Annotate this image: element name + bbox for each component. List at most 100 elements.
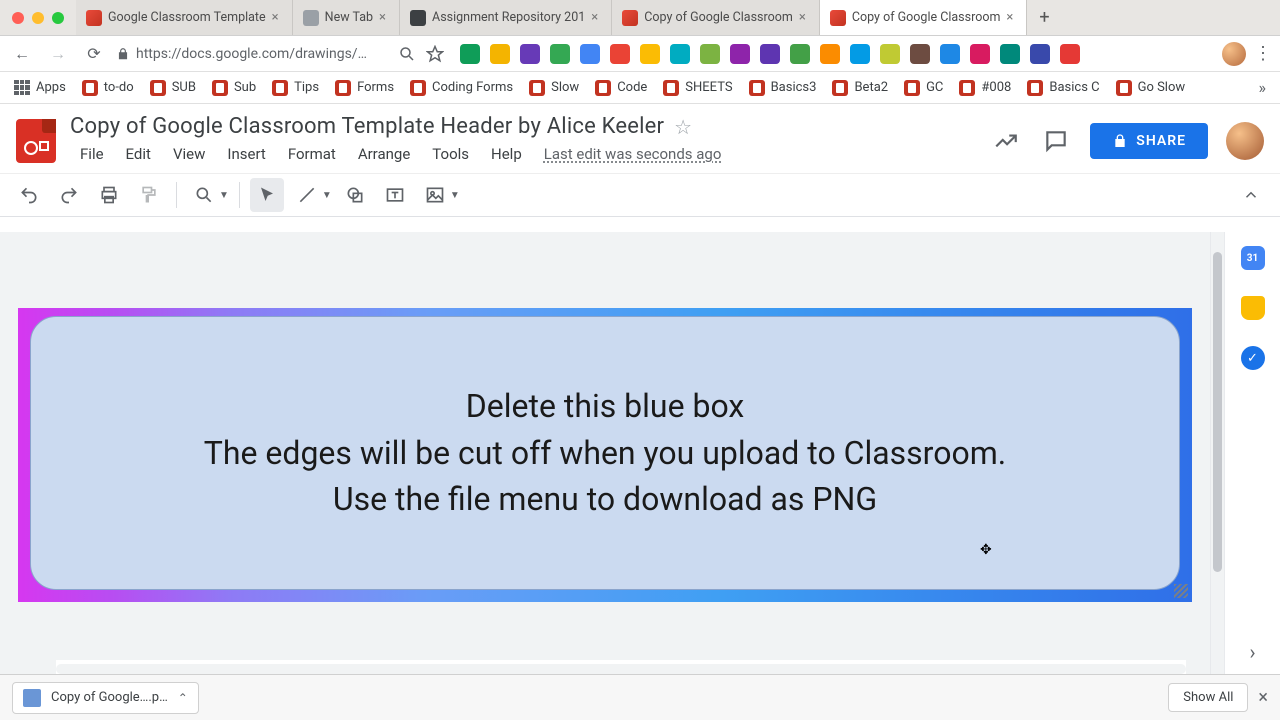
last-edit-label[interactable]: Last edit was seconds ago [544,145,722,163]
line-tool-dropdown[interactable]: ▼ [290,178,332,212]
collapse-toolbar-icon[interactable] [1234,178,1268,212]
extension-icon[interactable] [940,44,960,64]
extension-icon[interactable] [640,44,660,64]
bookmark-item[interactable]: Coding Forms [404,76,519,100]
forward-button[interactable]: → [44,40,72,68]
close-shelf-icon[interactable]: × [1258,687,1268,708]
bookmark-item[interactable]: Sub [206,76,262,100]
activity-icon[interactable] [990,125,1022,157]
close-tab-icon[interactable]: × [379,13,389,23]
bookmark-item[interactable]: Go Slow [1110,76,1192,100]
profile-avatar-icon[interactable] [1222,42,1246,66]
download-item[interactable]: Copy of Google….p… ⌃ [12,682,199,714]
show-all-downloads-button[interactable]: Show All [1168,683,1248,712]
star-icon[interactable] [426,45,444,63]
browser-tab[interactable]: Assignment Repository 201 × [400,0,612,35]
zoom-icon[interactable] [398,45,416,63]
account-avatar-icon[interactable] [1226,122,1264,160]
menu-file[interactable]: File [70,141,114,167]
bookmark-item[interactable]: Code [589,76,653,100]
select-tool-button[interactable] [250,178,284,212]
menu-view[interactable]: View [163,141,215,167]
calendar-icon[interactable] [1241,246,1265,270]
keep-icon[interactable] [1241,296,1265,320]
textbox-tool-button[interactable] [378,178,412,212]
bookmark-item[interactable]: #008 [953,76,1017,100]
extension-icon[interactable] [910,44,930,64]
extension-icon[interactable] [760,44,780,64]
extension-icon[interactable] [550,44,570,64]
browser-tab[interactable]: Copy of Google Classroom × [612,0,820,35]
browser-tab[interactable]: New Tab × [293,0,400,35]
address-bar[interactable]: https://docs.google.com/drawings/… [116,46,386,62]
sidepanel-expand-icon[interactable]: › [1249,640,1255,664]
bookmark-item[interactable]: Basics C [1021,76,1105,100]
comments-icon[interactable] [1040,125,1072,157]
extension-icon[interactable] [850,44,870,64]
menu-tools[interactable]: Tools [422,141,479,167]
new-tab-button[interactable]: + [1027,0,1061,35]
canvas-area[interactable]: Delete this blue box The edges will be c… [0,232,1210,674]
drawing-canvas[interactable]: Delete this blue box The edges will be c… [18,308,1192,602]
extension-icon[interactable] [580,44,600,64]
drawings-logo-icon[interactable] [16,119,56,163]
blue-instruction-box[interactable]: Delete this blue box The edges will be c… [30,316,1180,590]
bookmark-item[interactable]: GC [898,76,949,100]
menu-edit[interactable]: Edit [116,141,161,167]
browser-menu-icon[interactable]: ⋮ [1254,43,1272,64]
close-tab-icon[interactable]: × [591,13,601,23]
close-window-icon[interactable] [12,12,24,24]
bookmark-item[interactable]: Forms [329,76,400,100]
extension-icon[interactable] [790,44,810,64]
extension-icon[interactable] [490,44,510,64]
extension-icon[interactable] [670,44,690,64]
share-button[interactable]: SHARE [1090,123,1208,159]
extension-icon[interactable] [520,44,540,64]
extension-icon[interactable] [1030,44,1050,64]
extension-icon[interactable] [880,44,900,64]
extension-icon[interactable] [730,44,750,64]
bookmark-item[interactable]: Slow [523,76,585,100]
bookmark-item[interactable]: Beta2 [826,76,894,100]
menu-format[interactable]: Format [278,141,346,167]
tasks-icon[interactable] [1241,346,1265,370]
shape-tool-button[interactable] [338,178,372,212]
bookmark-item[interactable]: Tips [266,76,325,100]
undo-button[interactable] [12,178,46,212]
extension-icon[interactable] [1000,44,1020,64]
extension-icon[interactable] [610,44,630,64]
extension-icon[interactable] [970,44,990,64]
bookmark-item[interactable]: Basics3 [743,76,823,100]
apps-button[interactable]: Apps [8,76,72,100]
close-tab-icon[interactable]: × [1006,13,1016,23]
fullscreen-window-icon[interactable] [52,12,64,24]
redo-button[interactable] [52,178,86,212]
bookmarks-overflow-icon[interactable]: » [1253,78,1273,97]
paint-format-button[interactable] [132,178,166,212]
close-tab-icon[interactable]: × [272,13,282,23]
bookmark-item[interactable]: to-do [76,76,140,100]
browser-tab-active[interactable]: Copy of Google Classroom × [820,0,1028,35]
vertical-scrollbar[interactable] [1210,232,1224,674]
minimize-window-icon[interactable] [32,12,44,24]
menu-help[interactable]: Help [481,141,532,167]
bookmark-item[interactable]: SUB [144,76,202,100]
extension-icon[interactable] [820,44,840,64]
back-button[interactable]: ← [8,40,36,68]
image-tool-dropdown[interactable]: ▼ [418,178,460,212]
menu-arrange[interactable]: Arrange [348,141,420,167]
extension-icon[interactable] [460,44,480,64]
horizontal-scrollbar[interactable] [56,660,1186,674]
reload-button[interactable]: ⟳ [80,40,108,68]
zoom-dropdown[interactable]: ▼ [187,178,229,212]
star-icon[interactable]: ☆ [674,115,692,139]
scrollbar-thumb[interactable] [1213,252,1222,572]
bookmark-item[interactable]: SHEETS [657,76,738,100]
browser-tab[interactable]: Google Classroom Template × [76,0,293,35]
extension-icon[interactable] [1060,44,1080,64]
document-title[interactable]: Copy of Google Classroom Template Header… [70,114,664,139]
print-button[interactable] [92,178,126,212]
extension-icon[interactable] [700,44,720,64]
menu-insert[interactable]: Insert [217,141,275,167]
close-tab-icon[interactable]: × [799,13,809,23]
